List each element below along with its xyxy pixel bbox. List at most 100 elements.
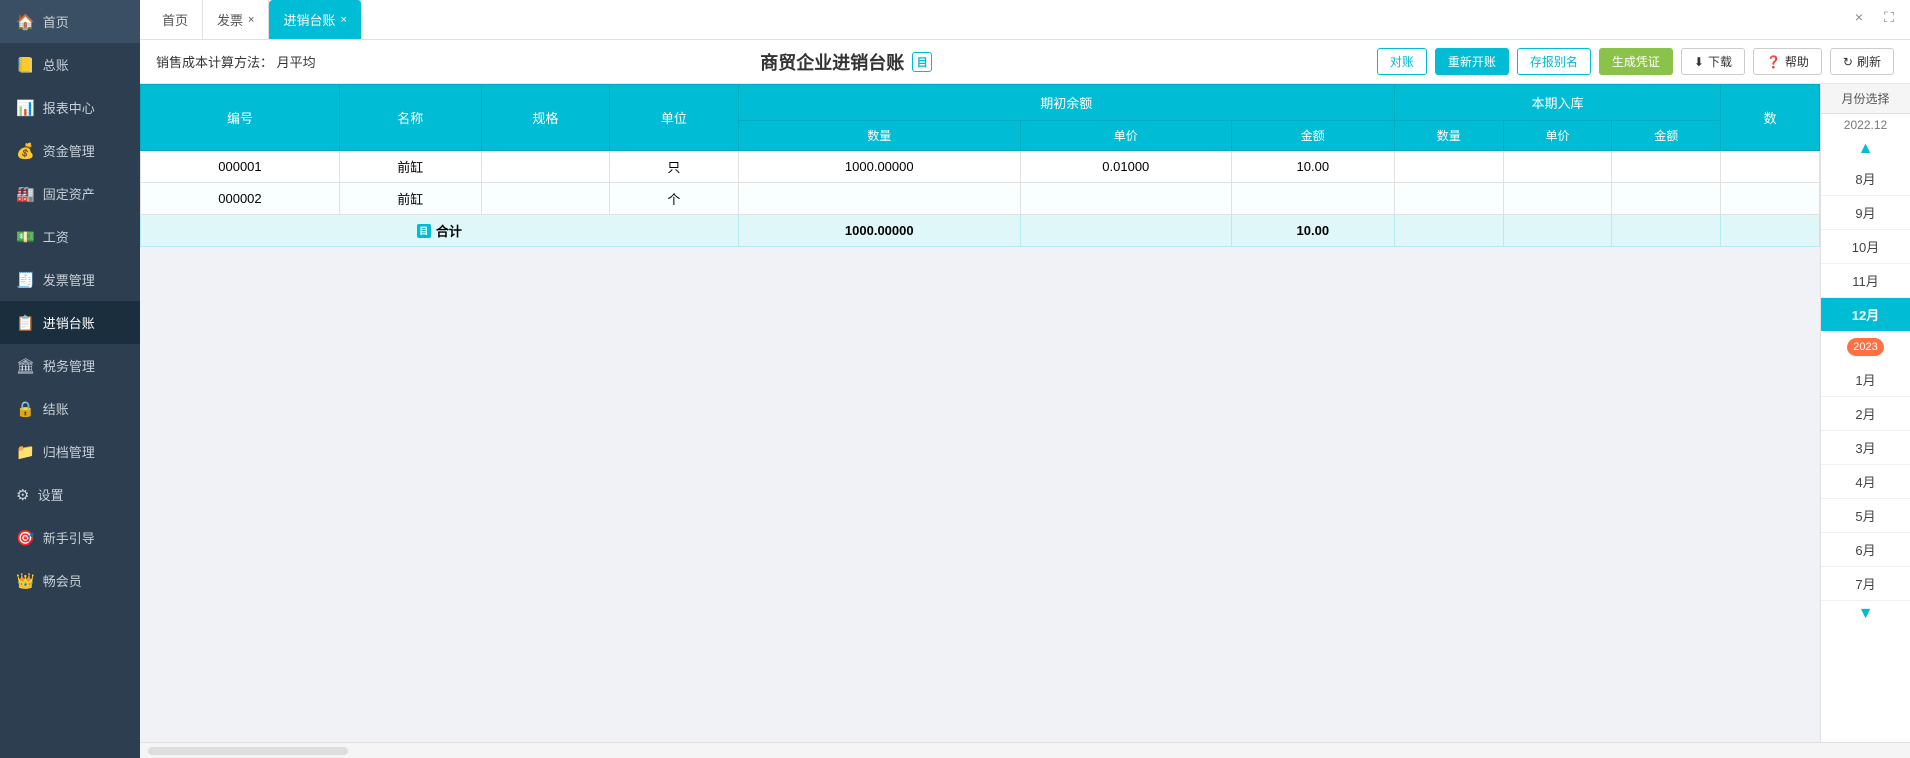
sidebar-label-home: 首页 [43,12,69,31]
table-area: 编号 名称 规格 单位 期初余额 本期入库 数 数量 单价 金额 数量 单价 [140,84,1820,742]
year-2023-badge: 2023 [1847,338,1883,357]
month-item-2023-2月[interactable]: 2月 [1821,397,1910,431]
month-item-2022-12月[interactable]: 12月 [1821,298,1910,332]
sidebar-icon-member: 👑 [16,572,35,590]
sidebar-item-funds[interactable]: 💰资金管理 [0,129,140,172]
month-item-2022-8月[interactable]: 8月 [1821,162,1910,196]
sidebar-icon-guide: 🎯 [16,529,35,547]
sidebar-item-fixed-assets[interactable]: 🏭固定资产 [0,172,140,215]
sidebar: 🏠 首页 📒总账 📊 报表中心 💰资金管理🏭固定资产💵工资🧾发票管理📋进销台账 🏛 税务管理 🔒… [0,0,140,758]
main-table: 编号 名称 规格 单位 期初余额 本期入库 数 数量 单价 金额 数量 单价 [140,84,1820,247]
month-item-2022-9月[interactable]: 9月 [1821,196,1910,230]
page-title-area: 商贸企业进销台账 目 [316,49,1377,75]
sidebar-icon-reports: 📊 [16,99,35,117]
sidebar-item-close[interactable]: 🔒结账 [0,387,140,430]
table-row: 000001 前缸 只 1000.00000 0.01000 10.00 [141,151,1820,183]
col-sub-opening-price: 单价 [1020,121,1231,151]
top-controls: 销售成本计算方法： 月平均 商贸企业进销台账 目 对账 重新开账 存报别名 生成… [140,40,1910,84]
refresh-button[interactable]: ↻ 刷新 [1830,48,1894,75]
sidebar-item-salary[interactable]: 💵工资 [0,215,140,258]
sidebar-label-reports: 报表中心 [43,98,95,117]
sidebar-item-archive[interactable]: 📁归档管理 [0,430,140,473]
cell-in-price [1503,183,1612,215]
sidebar-icon-invoice-mgmt: 🧾 [16,271,35,289]
page-title-edit-icon[interactable]: 目 [912,52,932,72]
cell-unit: 个 [610,183,739,215]
month-item-2022-10月[interactable]: 10月 [1821,230,1910,264]
sidebar-icon-funds: 💰 [16,142,35,160]
sidebar-icon-settings: ⚙ [16,486,29,504]
generate-voucher-button[interactable]: 生成凭证 [1599,48,1673,75]
col-header-code: 编号 [141,85,340,151]
reconcile-button[interactable]: 对账 [1377,48,1427,75]
sidebar-icon-ledger: 📒 [16,56,35,74]
cell-opening-price: 0.01000 [1020,151,1231,183]
sidebar-label-purchase-sales: 进销台账 [43,313,95,332]
sidebar-item-settings[interactable]: ⚙设置 [0,473,140,516]
month-item-2023-5月[interactable]: 5月 [1821,499,1910,533]
total-opening-price [1020,215,1231,247]
tab-purchase-sales-tab[interactable]: 进销台账× [269,0,361,39]
cell-in-qty [1394,151,1503,183]
month-item-2023-1月[interactable]: 1月 [1821,363,1910,397]
content-area: 编号 名称 规格 单位 期初余额 本期入库 数 数量 单价 金额 数量 单价 [140,84,1910,742]
sidebar-item-home[interactable]: 🏠 首页 [0,0,140,43]
total-in-qty [1394,215,1503,247]
cell-spec [481,151,610,183]
reopen-button[interactable]: 重新开账 [1435,48,1509,75]
tab-close-invoice-tab[interactable]: × [248,14,254,26]
sidebar-label-tax: 税务管理 [43,356,95,375]
total-opening-qty: 1000.00000 [738,215,1020,247]
cell-more [1721,151,1820,183]
close-button[interactable]: × [1848,6,1870,28]
sidebar-item-invoice-mgmt[interactable]: 🧾发票管理 [0,258,140,301]
col-sub-opening-amount: 金额 [1231,121,1394,151]
horizontal-scrollbar[interactable] [148,747,348,755]
cell-opening-qty: 1000.00000 [738,151,1020,183]
sidebar-item-tax[interactable]: 🏛 税务管理 [0,344,140,387]
month-item-2023-6月[interactable]: 6月 [1821,533,1910,567]
tab-close-purchase-sales-tab[interactable]: × [340,14,346,26]
total-text: 合计 [436,221,462,240]
month-item-2023-7月[interactable]: 7月 [1821,567,1910,601]
total-opening-amount: 10.00 [1231,215,1394,247]
cell-more [1721,183,1820,215]
sidebar-icon-home: 🏠 [16,13,35,31]
sidebar-item-purchase-sales[interactable]: 📋进销台账 [0,301,140,344]
sidebar-item-member[interactable]: 👑畅会员 [0,559,140,602]
col-header-more: 数 [1721,85,1820,151]
tab-label-invoice-tab: 发票 [217,10,243,29]
cost-method-value: 月平均 [277,55,316,70]
cost-method-label: 销售成本计算方法： [156,55,273,70]
col-header-spec: 规格 [481,85,610,151]
month-nav-down[interactable]: ▼ [1821,601,1910,627]
sidebar-icon-tax: 🏛 [16,357,35,375]
toolbar-right: 对账 重新开账 存报别名 生成凭证 ⬇ 下载 ❓ 帮助 ↻ 刷新 [1377,48,1894,75]
download-button[interactable]: ⬇ 下载 [1681,48,1745,75]
save-alias-button[interactable]: 存报别名 [1517,48,1591,75]
month-nav-up[interactable]: ▲ [1821,136,1910,162]
sidebar-item-guide[interactable]: 🎯新手引导 [0,516,140,559]
total-in-amount [1612,215,1721,247]
tab-invoice-tab[interactable]: 发票 × [203,0,269,39]
maximize-button[interactable]: ⛶ [1878,6,1900,28]
main-content: 首页发票×进销台账× 销售成本计算方法： 月平均 商贸企业进销台账 目 对账 重… [140,0,1910,758]
total-icon: 目 [417,224,431,238]
month-item-2023-3月[interactable]: 3月 [1821,431,1910,465]
cell-opening-price [1020,183,1231,215]
sidebar-label-salary: 工资 [43,227,69,246]
sidebar-item-ledger[interactable]: 📒总账 [0,43,140,86]
sidebar-icon-fixed-assets: 🏭 [16,185,35,203]
sidebar-label-close: 结账 [43,399,69,418]
help-button[interactable]: ❓ 帮助 [1753,48,1822,75]
month-item-2023-4月[interactable]: 4月 [1821,465,1910,499]
total-more [1721,215,1820,247]
sidebar-label-archive: 归档管理 [43,442,95,461]
page-title: 商贸企业进销台账 [760,49,904,75]
sidebar-item-reports[interactable]: 📊 报表中心 [0,86,140,129]
tab-home-tab[interactable]: 首页 [148,0,203,39]
cost-method: 销售成本计算方法： 月平均 [156,52,316,71]
month-item-2022-11月[interactable]: 11月 [1821,264,1910,298]
refresh-icon: ↻ [1843,55,1853,69]
total-in-price [1503,215,1612,247]
